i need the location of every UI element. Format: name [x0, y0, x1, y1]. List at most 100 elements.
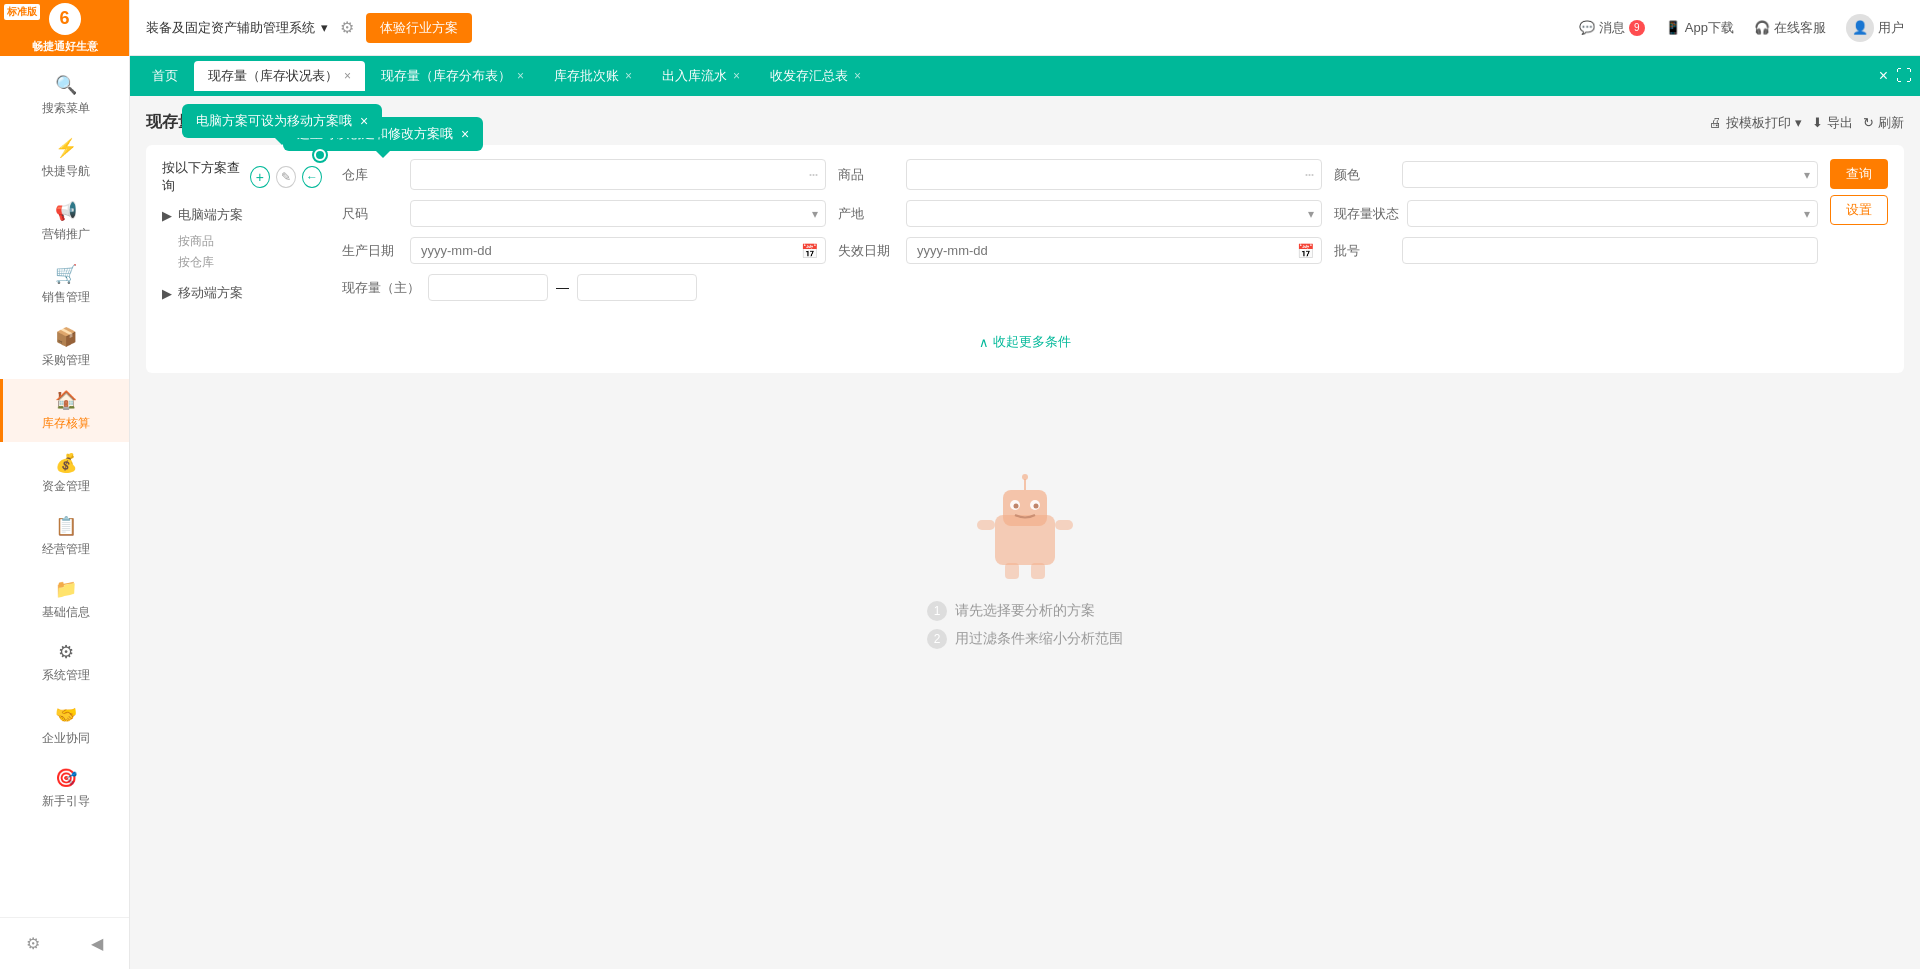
- system-selector[interactable]: 装备及固定资产辅助管理系统 ▾: [146, 19, 328, 37]
- origin-label: 产地: [838, 205, 898, 223]
- stock-status-select[interactable]: [1407, 200, 1818, 227]
- export-btn[interactable]: ⬇ 导出: [1812, 114, 1853, 132]
- svg-rect-1: [1003, 490, 1047, 526]
- industry-btn[interactable]: 体验行业方案: [366, 13, 472, 43]
- user-btn[interactable]: 👤 用户: [1846, 14, 1904, 42]
- stock-qty-max-input[interactable]: [577, 274, 697, 301]
- filter-row-3: 生产日期 📅 失效日期 📅: [342, 237, 1818, 264]
- filter-fields: 仓库 ··· 商品 ···: [342, 159, 1818, 311]
- filter-header: 按以下方案查询 + ✎ ← 这里可以创建和修改方案哦 ×: [162, 159, 322, 195]
- filter-row-2: 尺码 ▾ 产地 ▾: [342, 200, 1818, 227]
- batch-input[interactable]: [1402, 237, 1818, 264]
- filter-label: 按以下方案查询: [162, 159, 244, 195]
- size-select[interactable]: [410, 200, 826, 227]
- origin-select[interactable]: [906, 200, 1322, 227]
- tab-inout-label: 出入库流水: [662, 67, 727, 85]
- message-btn[interactable]: 💬 消息 9: [1579, 19, 1645, 37]
- tooltip-close-btn[interactable]: ×: [461, 126, 469, 142]
- scheme-mobile[interactable]: ▶ 移动端方案: [162, 281, 322, 305]
- content-area: 现存量查询(按仓库+商品) 🖨 按模板打印 ▾ ⬇ 导出 ↻ 刷新: [130, 96, 1920, 969]
- tab-close-icon[interactable]: ×: [625, 69, 632, 83]
- sidebar-item-marketing[interactable]: 📢 营销推广: [0, 190, 129, 253]
- empty-num-2: 2: [927, 629, 947, 649]
- tab-home[interactable]: 首页: [138, 61, 192, 91]
- filter-field-stock-status: 现存量状态 ▾: [1334, 200, 1818, 227]
- query-btn[interactable]: 查询: [1830, 159, 1888, 189]
- tab-stock-dist[interactable]: 现存量（库存分布表） ×: [367, 61, 538, 91]
- logo-tag: 标准版: [4, 4, 40, 20]
- refresh-btn[interactable]: ↻ 刷新: [1863, 114, 1904, 132]
- expire-date-input[interactable]: [906, 237, 1322, 264]
- tab-close-icon[interactable]: ×: [517, 69, 524, 83]
- sidebar-item-search[interactable]: 🔍 搜索菜单: [0, 64, 129, 127]
- color-label: 颜色: [1334, 166, 1394, 184]
- print-btn[interactable]: 🖨 按模板打印 ▾: [1709, 114, 1802, 132]
- goods-input-wrap[interactable]: ···: [906, 159, 1322, 190]
- scheme-sub-item[interactable]: 按仓库: [178, 252, 322, 273]
- scheme-desktop[interactable]: ▶ 电脑端方案: [162, 203, 322, 227]
- collapse-filter-btn[interactable]: ∧ 收起更多条件: [162, 325, 1888, 359]
- message-badge: 9: [1629, 20, 1645, 36]
- marketing-icon: 📢: [55, 200, 77, 222]
- print-label: 按模板打印: [1726, 114, 1791, 132]
- stock-qty-min-input[interactable]: [428, 274, 548, 301]
- tab-stock-status[interactable]: 现存量（库存状况表） ×: [194, 61, 365, 91]
- sidebar-item-system[interactable]: ⚙ 系统管理: [0, 631, 129, 694]
- sidebar-item-sales[interactable]: 🛒 销售管理: [0, 253, 129, 316]
- tab-close-icon[interactable]: ×: [733, 69, 740, 83]
- scheme-mobile-label: 移动端方案: [178, 284, 243, 302]
- tooltip-set-mobile-close[interactable]: ×: [360, 113, 368, 129]
- sidebar-item-basic[interactable]: 📁 基础信息: [0, 568, 129, 631]
- expire-date-label: 失效日期: [838, 242, 898, 260]
- sidebar-item-finance[interactable]: 💰 资金管理: [0, 442, 129, 505]
- tab-close-icon[interactable]: ×: [344, 69, 351, 83]
- edit-scheme-btn[interactable]: ✎: [276, 166, 296, 188]
- sidebar-item-label: 系统管理: [42, 667, 90, 684]
- support-btn[interactable]: 🎧 在线客服: [1754, 19, 1826, 37]
- user-label: 用户: [1878, 19, 1904, 37]
- empty-hint-1: 1 请先选择要分析的方案: [927, 601, 1123, 621]
- sidebar-item-inventory[interactable]: 🏠 库存核算: [0, 379, 129, 442]
- tab-batch[interactable]: 库存批次账 ×: [540, 61, 646, 91]
- header-right: 💬 消息 9 📱 App下载 🎧 在线客服 👤 用户: [1579, 14, 1904, 42]
- sidebar-item-operations[interactable]: 📋 经营管理: [0, 505, 129, 568]
- tab-maximize-icon[interactable]: ⛶: [1896, 67, 1912, 85]
- export-icon: ⬇: [1812, 115, 1823, 130]
- arrow-left-btn[interactable]: ← 这里可以创建和修改方案哦 ×: [302, 166, 322, 188]
- sidebar-footer: ⚙ ◀: [0, 917, 129, 969]
- app-download-btn[interactable]: 📱 App下载: [1665, 19, 1734, 37]
- tab-close-all-icon[interactable]: ×: [1879, 67, 1888, 85]
- settings-footer-btn[interactable]: ⚙: [20, 928, 46, 959]
- sidebar-item-newuser[interactable]: 🎯 新手引导: [0, 757, 129, 820]
- add-scheme-btn[interactable]: +: [250, 166, 270, 188]
- quicknav-icon: ⚡: [55, 137, 77, 159]
- settings-btn[interactable]: 设置: [1830, 195, 1888, 225]
- tab-close-icon[interactable]: ×: [854, 69, 861, 83]
- size-select-wrap: ▾: [410, 200, 826, 227]
- stock-status-label: 现存量状态: [1334, 205, 1399, 223]
- svg-rect-9: [1031, 563, 1045, 579]
- phone-icon: 📱: [1665, 20, 1681, 35]
- query-buttons: 查询 设置: [1830, 159, 1888, 225]
- logo-subtitle: 畅捷通好生意: [32, 39, 98, 54]
- sidebar-item-label: 资金管理: [42, 478, 90, 495]
- warehouse-input-wrap[interactable]: ···: [410, 159, 826, 190]
- message-label: 消息: [1599, 19, 1625, 37]
- newuser-icon: 🎯: [55, 767, 77, 789]
- sidebar-item-enterprise[interactable]: 🤝 企业协同: [0, 694, 129, 757]
- collapse-sidebar-btn[interactable]: ◀: [85, 928, 109, 959]
- produce-date-input[interactable]: [410, 237, 826, 264]
- chevron-down-icon: ▾: [321, 20, 328, 35]
- sidebar-item-quicknav[interactable]: ⚡ 快捷导航: [0, 127, 129, 190]
- sidebar-item-purchase[interactable]: 📦 采购管理: [0, 316, 129, 379]
- tab-collect[interactable]: 收发存汇总表 ×: [756, 61, 875, 91]
- color-select[interactable]: [1402, 161, 1818, 188]
- tab-inout[interactable]: 出入库流水 ×: [648, 61, 754, 91]
- tooltip-set-mobile-content: 电脑方案可设为移动方案哦 ×: [182, 104, 382, 138]
- system-name: 装备及固定资产辅助管理系统: [146, 19, 315, 37]
- scheme-sub-item[interactable]: 按商品: [178, 231, 322, 252]
- filter-field-goods: 商品 ···: [838, 159, 1322, 190]
- svg-point-11: [1022, 474, 1028, 480]
- gear-icon[interactable]: ⚙: [340, 18, 354, 37]
- filter-field-warehouse: 仓库 ···: [342, 159, 826, 190]
